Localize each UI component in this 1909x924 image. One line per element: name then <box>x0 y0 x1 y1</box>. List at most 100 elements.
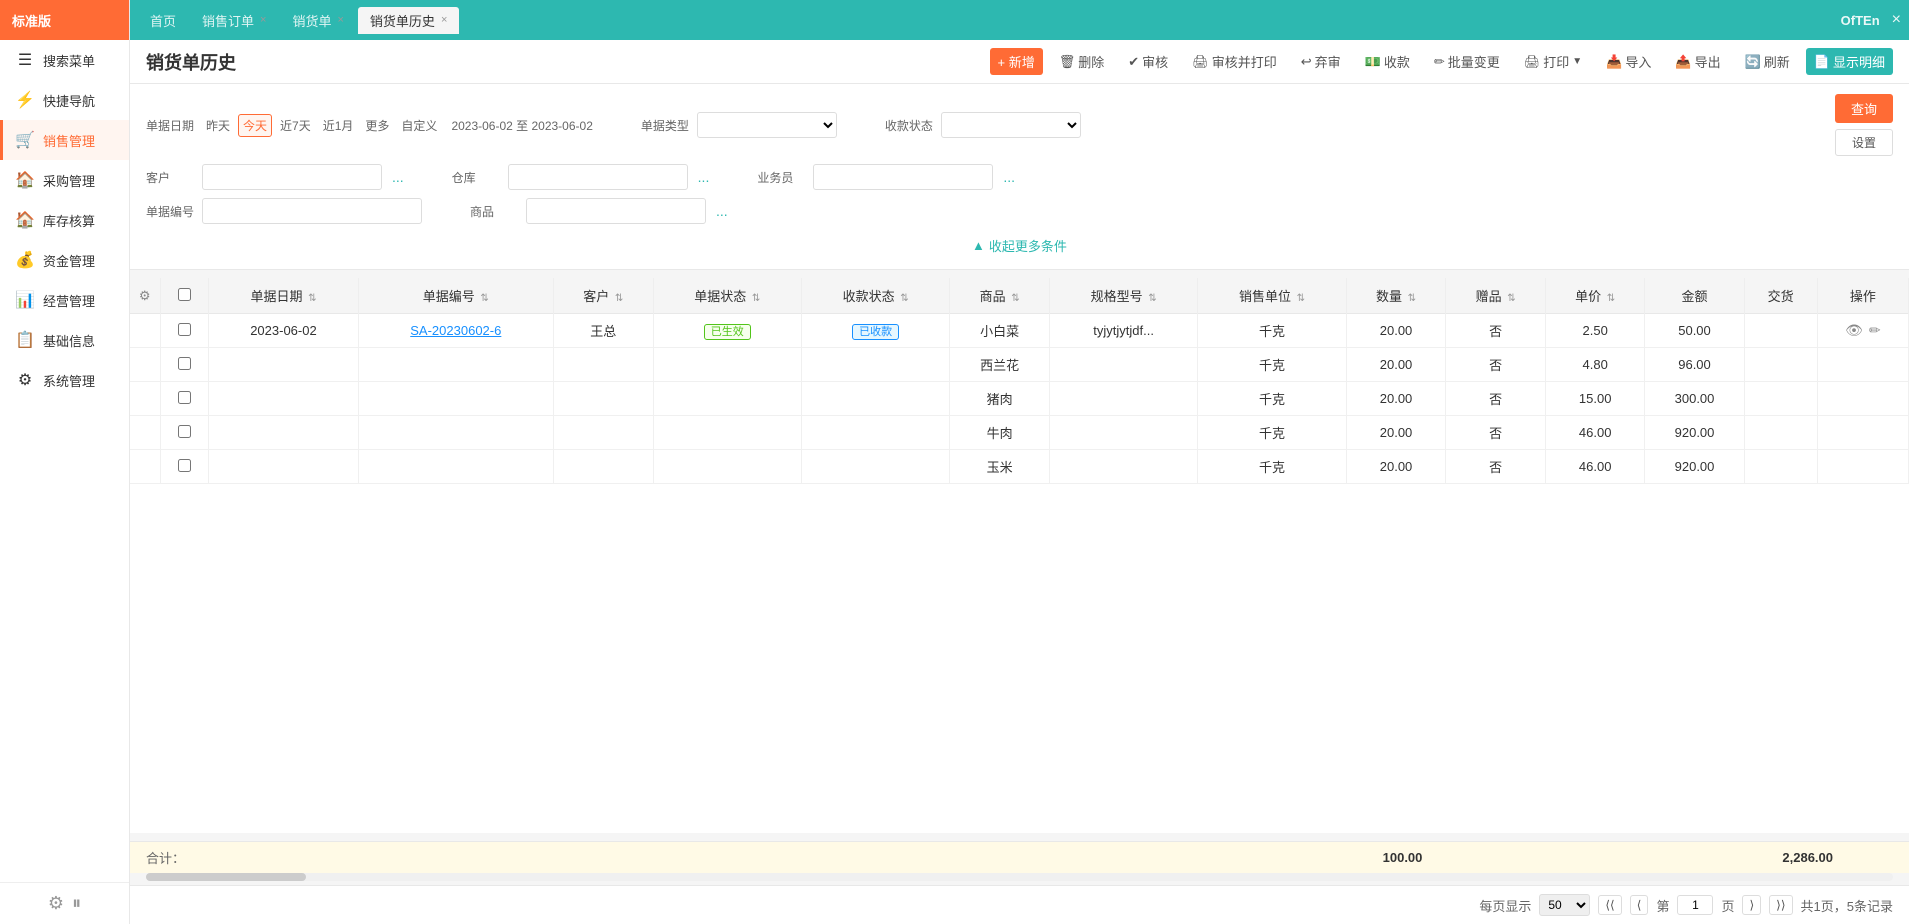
shortcut-yesterday[interactable]: 昨天 <box>202 115 234 136</box>
set-button[interactable]: 设置 <box>1835 129 1893 156</box>
horizontal-scrollbar[interactable] <box>146 873 1893 881</box>
doc-no-link[interactable]: SA-20230602-6 <box>410 323 501 338</box>
salesperson-dots[interactable]: ... <box>1003 169 1015 185</box>
table-checkbox-header[interactable] <box>160 278 209 314</box>
detail-icon: 📄 <box>1814 54 1830 70</box>
sort-goods[interactable]: ⇅ <box>1011 293 1019 304</box>
row-select-checkbox[interactable] <box>178 391 191 404</box>
sort-doc-no[interactable]: ⇅ <box>480 293 488 304</box>
row-doc-no[interactable] <box>358 450 553 484</box>
row-doc-no[interactable] <box>358 348 553 382</box>
row-checkbox[interactable] <box>160 382 209 416</box>
sidebar-item-operation[interactable]: 📊 经营管理 <box>0 280 129 320</box>
last-page-button[interactable]: ⟩⟩ <box>1769 895 1792 915</box>
sidebar-item-system[interactable]: ⚙ 系统管理 <box>0 360 129 400</box>
add-button[interactable]: + 新增 <box>990 48 1043 75</box>
customer-dots[interactable]: ... <box>392 169 404 185</box>
shortcut-custom[interactable]: 自定义 <box>397 115 441 136</box>
tab-close-sales-order[interactable]: × <box>260 14 266 26</box>
query-button[interactable]: 查询 <box>1835 94 1893 123</box>
sidebar-item-quicknav[interactable]: ⚡ 快捷导航 <box>0 80 129 120</box>
warehouse-input[interactable] <box>508 164 688 190</box>
shortcut-more[interactable]: 更多 <box>361 115 393 136</box>
view-icon[interactable]: 👁 <box>1845 322 1863 339</box>
row-doc-no[interactable] <box>358 416 553 450</box>
row-checkbox[interactable] <box>160 416 209 450</box>
tab-close-sales-goods[interactable]: × <box>337 14 343 26</box>
audit-button[interactable]: ✔ 审核 <box>1120 48 1176 75</box>
audit-print-icon: 🖨 <box>1192 54 1209 70</box>
tab-home[interactable]: 首页 <box>138 7 188 34</box>
refresh-button[interactable]: 🔄 刷新 <box>1737 48 1798 75</box>
docno-input[interactable] <box>202 198 422 224</box>
row-select-checkbox[interactable] <box>178 425 191 438</box>
row-checkbox[interactable] <box>160 348 209 382</box>
sidebar-item-sales[interactable]: 🛒 销售管理 <box>0 120 129 160</box>
collect-button[interactable]: 💵 收款 <box>1357 48 1418 75</box>
import-button[interactable]: 📥 导入 <box>1598 48 1659 75</box>
sidebar-item-finance[interactable]: 💰 资金管理 <box>0 240 129 280</box>
doc-type-select[interactable] <box>697 112 837 138</box>
goods-dots[interactable]: ... <box>716 203 728 219</box>
customer-input[interactable] <box>202 164 382 190</box>
tab-close-sales-history[interactable]: × <box>441 14 447 26</box>
tab-sales-goods[interactable]: 销货单 × <box>280 7 355 34</box>
sidebar-item-search[interactable]: ☰ 搜索菜单 <box>0 40 129 80</box>
topbar-close-button[interactable]: × <box>1892 11 1901 29</box>
print-button[interactable]: 🖨 打印 ▼ <box>1516 48 1590 75</box>
first-page-button[interactable]: ⟨⟨ <box>1598 895 1621 915</box>
sort-collect-status[interactable]: ⇅ <box>900 293 908 304</box>
scrollbar-thumb[interactable] <box>146 873 306 881</box>
col-qty: 数量 ⇅ <box>1346 278 1446 314</box>
page-input[interactable] <box>1677 895 1713 915</box>
sort-qty[interactable]: ⇅ <box>1408 293 1416 304</box>
goods-input[interactable] <box>526 198 706 224</box>
sidebar-item-basic[interactable]: 📋 基础信息 <box>0 320 129 360</box>
shortcut-7days[interactable]: 近7天 <box>276 115 315 136</box>
sort-gift[interactable]: ⇅ <box>1507 293 1515 304</box>
shortcut-1month[interactable]: 近1月 <box>319 115 358 136</box>
sort-doc-date[interactable]: ⇅ <box>308 293 316 304</box>
per-page-select[interactable]: 50 100 200 <box>1539 894 1590 916</box>
audit-print-button[interactable]: 🖨 审核并打印 <box>1184 48 1285 75</box>
batch-change-button[interactable]: ✏ 批量变更 <box>1426 48 1508 75</box>
tab-sales-history[interactable]: 销货单历史 × <box>358 7 459 34</box>
row-unit: 千克 <box>1198 416 1346 450</box>
abandon-button[interactable]: ↩ 弃审 <box>1293 48 1349 75</box>
search-icon: ☰ <box>15 50 35 70</box>
export-button[interactable]: 📤 导出 <box>1667 48 1728 75</box>
show-detail-button[interactable]: 📄 显示明细 <box>1806 48 1893 75</box>
table-settings-icon[interactable]: ⚙ <box>130 278 160 314</box>
collect-status-select[interactable] <box>941 112 1081 138</box>
col-price: 单价 ⇅ <box>1545 278 1645 314</box>
collapse-button[interactable]: ▲ 收起更多条件 <box>146 232 1893 259</box>
shortcut-today[interactable]: 今天 <box>238 114 272 137</box>
row-checkbox[interactable] <box>160 450 209 484</box>
sort-doc-status[interactable]: ⇅ <box>752 293 760 304</box>
sidebar-item-purchase[interactable]: 🏠 采购管理 <box>0 160 129 200</box>
sort-customer[interactable]: ⇅ <box>615 293 623 304</box>
salesperson-input[interactable] <box>813 164 993 190</box>
prev-page-button[interactable]: ⟨ <box>1630 895 1649 915</box>
row-doc-no[interactable] <box>358 382 553 416</box>
col-action: 操作 <box>1817 278 1908 314</box>
warehouse-label: 仓库 <box>452 169 502 186</box>
sort-price[interactable]: ⇅ <box>1607 293 1615 304</box>
sidebar-item-inventory[interactable]: 🏠 库存核算 <box>0 200 129 240</box>
row-select-checkbox[interactable] <box>178 459 191 472</box>
select-all-checkbox[interactable] <box>178 288 191 301</box>
sidebar-settings-icon[interactable]: ⚙ <box>48 893 64 914</box>
row-select-checkbox[interactable] <box>178 323 191 336</box>
tab-sales-order[interactable]: 销售订单 × <box>190 7 278 34</box>
row-doc-no[interactable]: SA-20230602-6 <box>358 314 553 348</box>
delete-button[interactable]: 🗑 删除 <box>1051 48 1113 75</box>
row-checkbox[interactable] <box>160 314 209 348</box>
row-qty: 20.00 <box>1346 416 1446 450</box>
warehouse-dots[interactable]: ... <box>698 169 710 185</box>
next-page-button[interactable]: ⟩ <box>1742 895 1761 915</box>
edit-icon[interactable]: ✏ <box>1869 322 1881 339</box>
row-select-checkbox[interactable] <box>178 357 191 370</box>
sort-unit[interactable]: ⇅ <box>1297 293 1305 304</box>
sort-spec[interactable]: ⇅ <box>1148 293 1156 304</box>
sidebar-collapse-icon[interactable]: ⏸ <box>72 893 81 914</box>
